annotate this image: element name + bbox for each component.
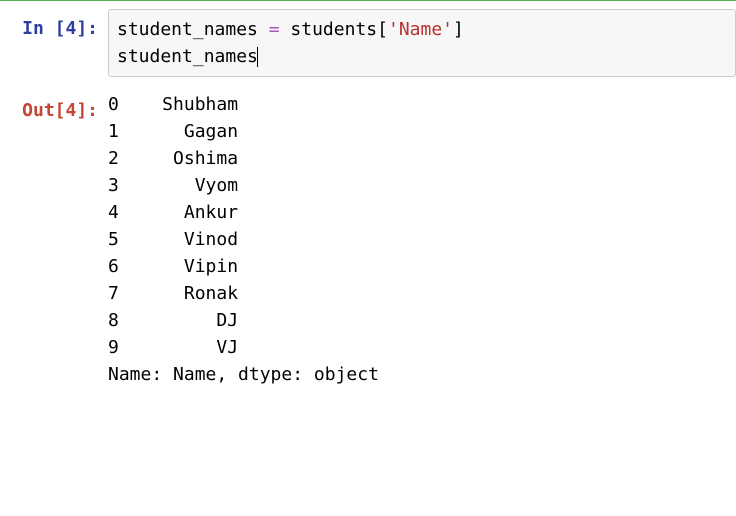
code-line-1: student_names = students['Name'] [117,16,727,43]
output-text: 0 Shubham1 Gagan2 Oshima3 Vyom4 Ankur5 V… [108,91,736,388]
output-row: 9 VJ [108,334,736,361]
output-row: 0 Shubham [108,91,736,118]
output-row: 4 Ankur [108,199,736,226]
out-prompt: Out[4]: [0,91,108,124]
code-line-2: student_names [117,43,727,70]
output-row: 6 Vipin [108,253,736,280]
output-row: 1 Gagan [108,118,736,145]
code-input[interactable]: student_names = students['Name'] student… [108,9,736,77]
in-prompt: In [4]: [0,9,108,42]
output-row: 8 DJ [108,307,736,334]
token-var: students [290,19,377,40]
output-cell: Out[4]: 0 Shubham1 Gagan2 Oshima3 Vyom4 … [0,85,736,400]
token-operator: = [269,19,280,40]
token-var: student_names [117,19,258,40]
output-row: 7 Ronak [108,280,736,307]
token-string: Name [399,19,442,40]
input-cell: In [4]: student_names = students['Name']… [0,0,736,85]
output-row: 2 Oshima [108,145,736,172]
output-footer: Name: Name, dtype: object [108,361,736,388]
token-bracket: ] [453,19,464,40]
token-var: student_names [117,46,258,67]
token-string-quote: ' [442,19,453,40]
token-bracket: [ [377,19,388,40]
output-row: 5 Vinod [108,226,736,253]
token-string-quote: ' [388,19,399,40]
text-cursor [257,47,258,67]
output-row: 3 Vyom [108,172,736,199]
